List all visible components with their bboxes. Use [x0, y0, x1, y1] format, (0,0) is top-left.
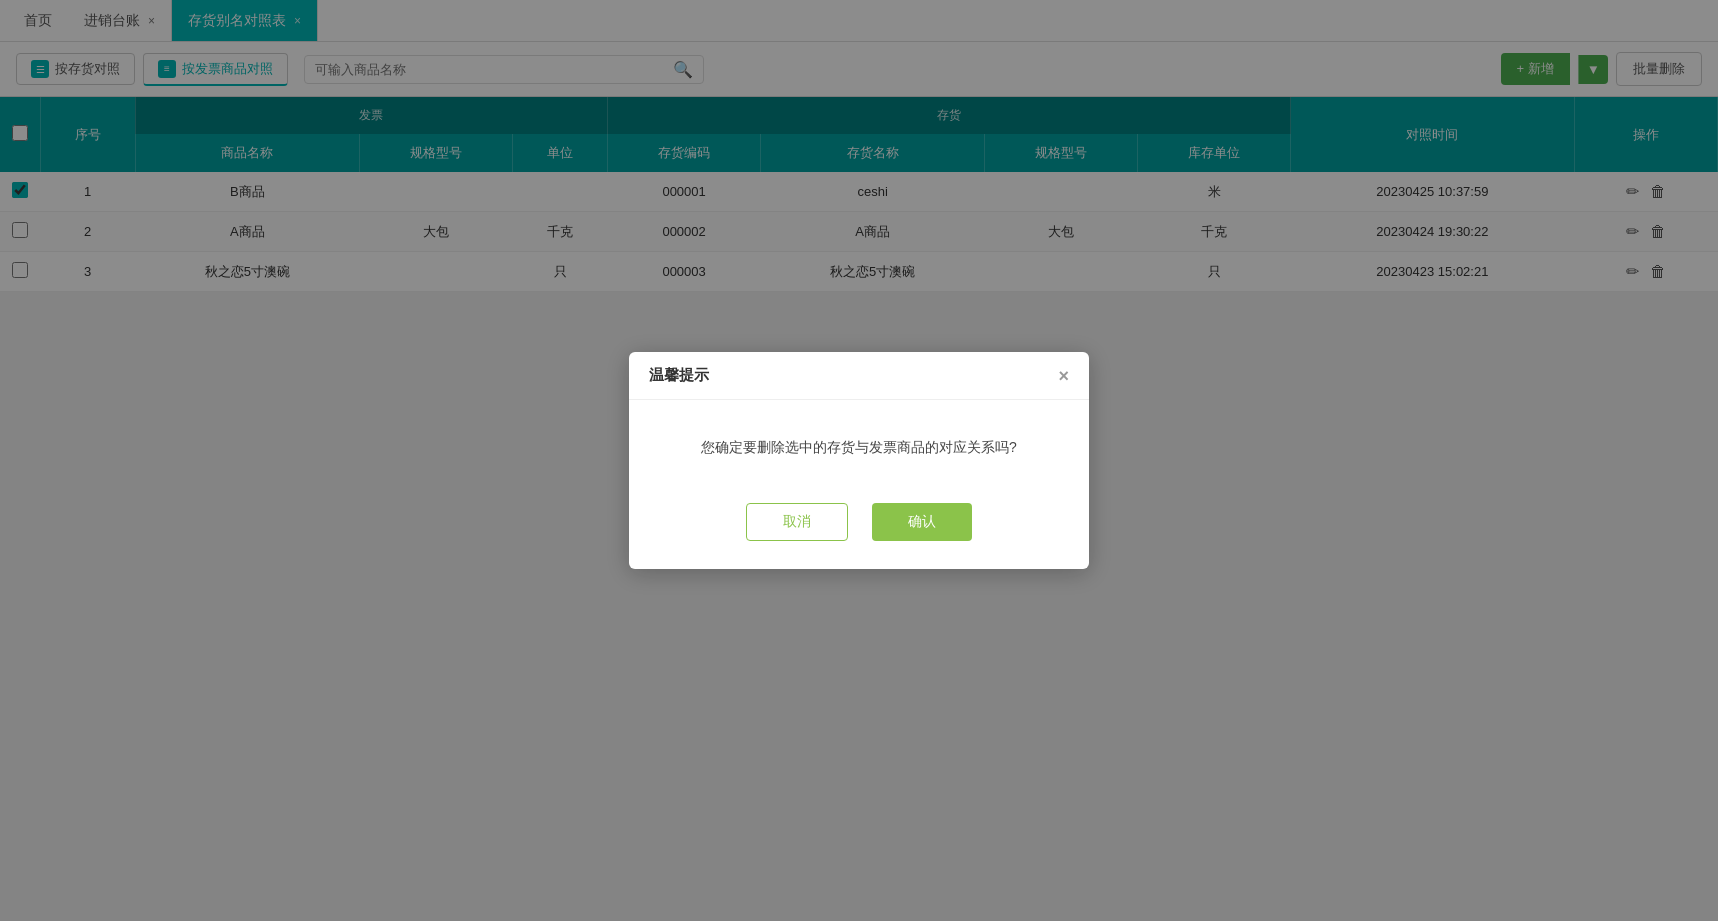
overlay: 温馨提示 × 您确定要删除选中的存货与发票商品的对应关系吗? 取消 确认: [0, 0, 1718, 292]
